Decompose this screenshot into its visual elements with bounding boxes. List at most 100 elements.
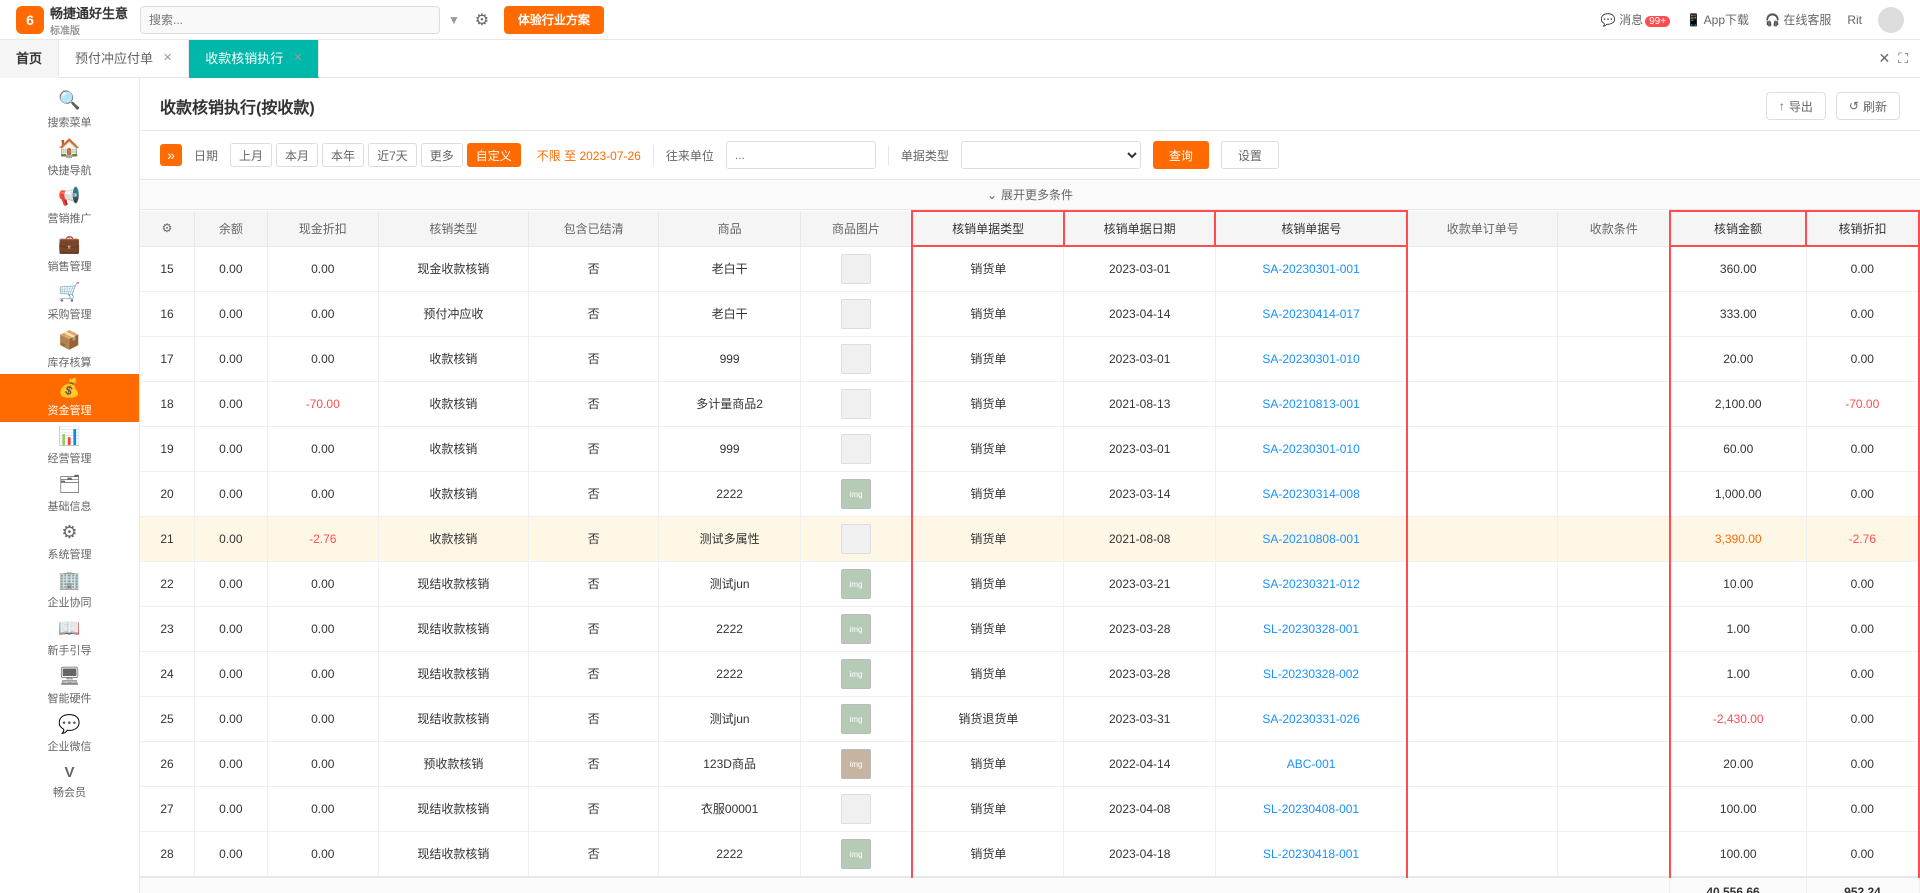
col-cancel-bill-date: 核销单据日期: [1064, 211, 1216, 246]
cell-cash-discount: 0.00: [267, 786, 378, 831]
sidebar-item-system[interactable]: ⚙ 系统管理: [0, 518, 139, 566]
expand-conditions-button[interactable]: ⌄ 展开更多条件: [987, 186, 1073, 203]
cell-goods: 2222: [659, 471, 800, 516]
cell-receipt-order-no: [1407, 561, 1558, 606]
cell-cancel-bill-no[interactable]: SL-20230418-001: [1215, 831, 1407, 877]
online-service-link[interactable]: 🎧 在线客服: [1765, 11, 1831, 28]
cell-cancel-type: 预付冲应收: [378, 291, 528, 336]
settings-gear-icon[interactable]: ⚙: [468, 6, 496, 34]
cell-cancel-discount: 0.00: [1806, 696, 1919, 741]
sidebar-base-label: 基础信息: [48, 498, 92, 514]
single-type-select[interactable]: [961, 141, 1141, 169]
sidebar-item-base[interactable]: 🗂 基础信息: [0, 470, 139, 518]
sidebar-item-marketing[interactable]: 📢 营销推广: [0, 182, 139, 230]
date-this-month-button[interactable]: 本月: [276, 143, 318, 167]
sidebar-item-operations[interactable]: 📊 经营管理: [0, 422, 139, 470]
cell-cancel-bill-no[interactable]: SA-20210808-001: [1215, 516, 1407, 561]
filter-collapse-button[interactable]: »: [160, 144, 182, 166]
exp-industry-button[interactable]: 体验行业方案: [504, 6, 604, 34]
table-container[interactable]: ⚙ 余额 现金折扣 核销类型 包含已结清 商品 商品图片 核销单据类型 核销单据…: [140, 210, 1920, 893]
sidebar-item-sales[interactable]: 💼 销售管理: [0, 230, 139, 278]
refresh-button[interactable]: ↺ 刷新: [1836, 92, 1900, 120]
export-button[interactable]: ↑ 导出: [1766, 92, 1826, 120]
cell-goods-img: img: [800, 471, 912, 516]
operations-icon: 📊: [58, 426, 80, 447]
cell-goods: 多计量商品2: [659, 381, 800, 426]
cell-balance: 0.00: [195, 471, 268, 516]
cell-receipt-condition: [1558, 741, 1670, 786]
cell-cancel-bill-no[interactable]: SA-20230331-026: [1215, 696, 1407, 741]
cell-goods: 老白干: [659, 291, 800, 336]
col-cancel-bill-type: 核销单据类型: [912, 211, 1064, 246]
date-custom-button[interactable]: 自定义: [467, 143, 521, 167]
date-more-button[interactable]: 更多: [421, 143, 463, 167]
tab-receipt-cancel[interactable]: 收款核销执行 ✕: [189, 40, 319, 78]
sidebar-item-purchase[interactable]: 🛒 采购管理: [0, 278, 139, 326]
cell-id: 18: [140, 381, 195, 426]
cell-cancel-bill-no[interactable]: SA-20210813-001: [1215, 381, 1407, 426]
cell-receipt-order-no: [1407, 696, 1558, 741]
date-7days-button[interactable]: 近7天: [368, 143, 417, 167]
from-unit-input[interactable]: [726, 141, 876, 169]
tab-prepaid-close-icon[interactable]: ✕: [163, 51, 172, 64]
col-gear[interactable]: ⚙: [140, 211, 195, 246]
date-this-year-button[interactable]: 本年: [322, 143, 364, 167]
cell-cancel-bill-date: 2023-03-28: [1064, 651, 1216, 696]
search-input[interactable]: [140, 6, 440, 34]
cell-goods: 测试多属性: [659, 516, 800, 561]
cell-id: 25: [140, 696, 195, 741]
footer-cancel-amount: 40,556,66...: [1670, 877, 1806, 893]
sidebar-item-wechat[interactable]: 💬 企业微信: [0, 710, 139, 758]
sidebar-hardware-label: 智能硬件: [48, 690, 92, 706]
cell-receipt-order-no: [1407, 831, 1558, 877]
cell-cancel-discount: 0.00: [1806, 651, 1919, 696]
query-button[interactable]: 查询: [1153, 141, 1209, 169]
cell-cancel-bill-no[interactable]: ABC-001: [1215, 741, 1407, 786]
cell-cancel-bill-no[interactable]: SA-20230301-010: [1215, 336, 1407, 381]
tab-maximize-icon[interactable]: ⛶: [1898, 50, 1908, 67]
date-last-month-button[interactable]: 上月: [230, 143, 272, 167]
sidebar-item-vip[interactable]: V 畅会员: [0, 758, 139, 806]
messages-icon[interactable]: 💬 消息99+: [1601, 11, 1670, 28]
sidebar-enterprise-label: 企业协同: [48, 594, 92, 610]
filter-settings-button[interactable]: 设置: [1221, 141, 1279, 169]
tab-prepaid[interactable]: 预付冲应付单 ✕: [59, 40, 189, 78]
sidebar-item-inventory[interactable]: 📦 库存核算: [0, 326, 139, 374]
cell-cancel-bill-no[interactable]: SL-20230408-001: [1215, 786, 1407, 831]
cell-goods-img: img: [800, 606, 912, 651]
table-row: 23 0.00 0.00 现结收款核销 否 2222 img 销货单 2023-…: [140, 606, 1919, 651]
cell-cancel-bill-no[interactable]: SA-20230314-008: [1215, 471, 1407, 516]
cell-cancel-bill-no[interactable]: SA-20230301-010: [1215, 426, 1407, 471]
cell-cancel-bill-no[interactable]: SL-20230328-001: [1215, 606, 1407, 651]
cell-cancel-bill-no[interactable]: SA-20230321-012: [1215, 561, 1407, 606]
col-receipt-order-no: 收款单订单号: [1407, 211, 1558, 246]
sidebar-item-hardware[interactable]: 🖥 智能硬件: [0, 662, 139, 710]
cell-cancel-type: 预收款核销: [378, 741, 528, 786]
sidebar-item-guide[interactable]: 📖 新手引导: [0, 614, 139, 662]
main-content: 收款核销执行(按收款) ↑ 导出 ↺ 刷新 » 日期 上月 本月 本年 近7天: [140, 78, 1920, 893]
tab-close-window-icon[interactable]: ✕: [1878, 50, 1890, 67]
cell-cash-discount: -70.00: [267, 381, 378, 426]
cell-cash-discount: 0.00: [267, 651, 378, 696]
home-icon: 🏠: [58, 138, 80, 159]
app-download-link[interactable]: 📱 App下载: [1686, 11, 1749, 28]
sidebar-item-quicknav[interactable]: 🏠 快捷导航: [0, 134, 139, 182]
cell-cancel-bill-no[interactable]: SA-20230301-001: [1215, 246, 1407, 291]
cell-cancel-amount: 60.00: [1670, 426, 1806, 471]
sidebar-item-search[interactable]: 🔍 搜索菜单: [0, 86, 139, 134]
vip-icon: V: [64, 764, 74, 781]
cell-goods-img: [800, 291, 912, 336]
cell-cancel-discount: 0.00: [1806, 741, 1919, 786]
sidebar-item-funds[interactable]: 💰 资金管理: [0, 374, 139, 422]
sidebar-inventory-label: 库存核算: [48, 354, 92, 370]
sidebar-item-enterprise[interactable]: 🏢 企业协同: [0, 566, 139, 614]
col-cancel-bill-no: 核销单据号: [1215, 211, 1407, 246]
dropdown-arrow-icon[interactable]: ▼: [448, 13, 460, 27]
cell-goods: 老白干: [659, 246, 800, 291]
refresh-icon: ↺: [1849, 99, 1859, 113]
col-goods: 商品: [659, 211, 800, 246]
cell-cancel-bill-no[interactable]: SA-20230414-017: [1215, 291, 1407, 336]
tab-receipt-cancel-close-icon[interactable]: ✕: [293, 51, 302, 64]
cell-cancel-bill-no[interactable]: SL-20230328-002: [1215, 651, 1407, 696]
tab-home[interactable]: 首页: [0, 40, 59, 78]
